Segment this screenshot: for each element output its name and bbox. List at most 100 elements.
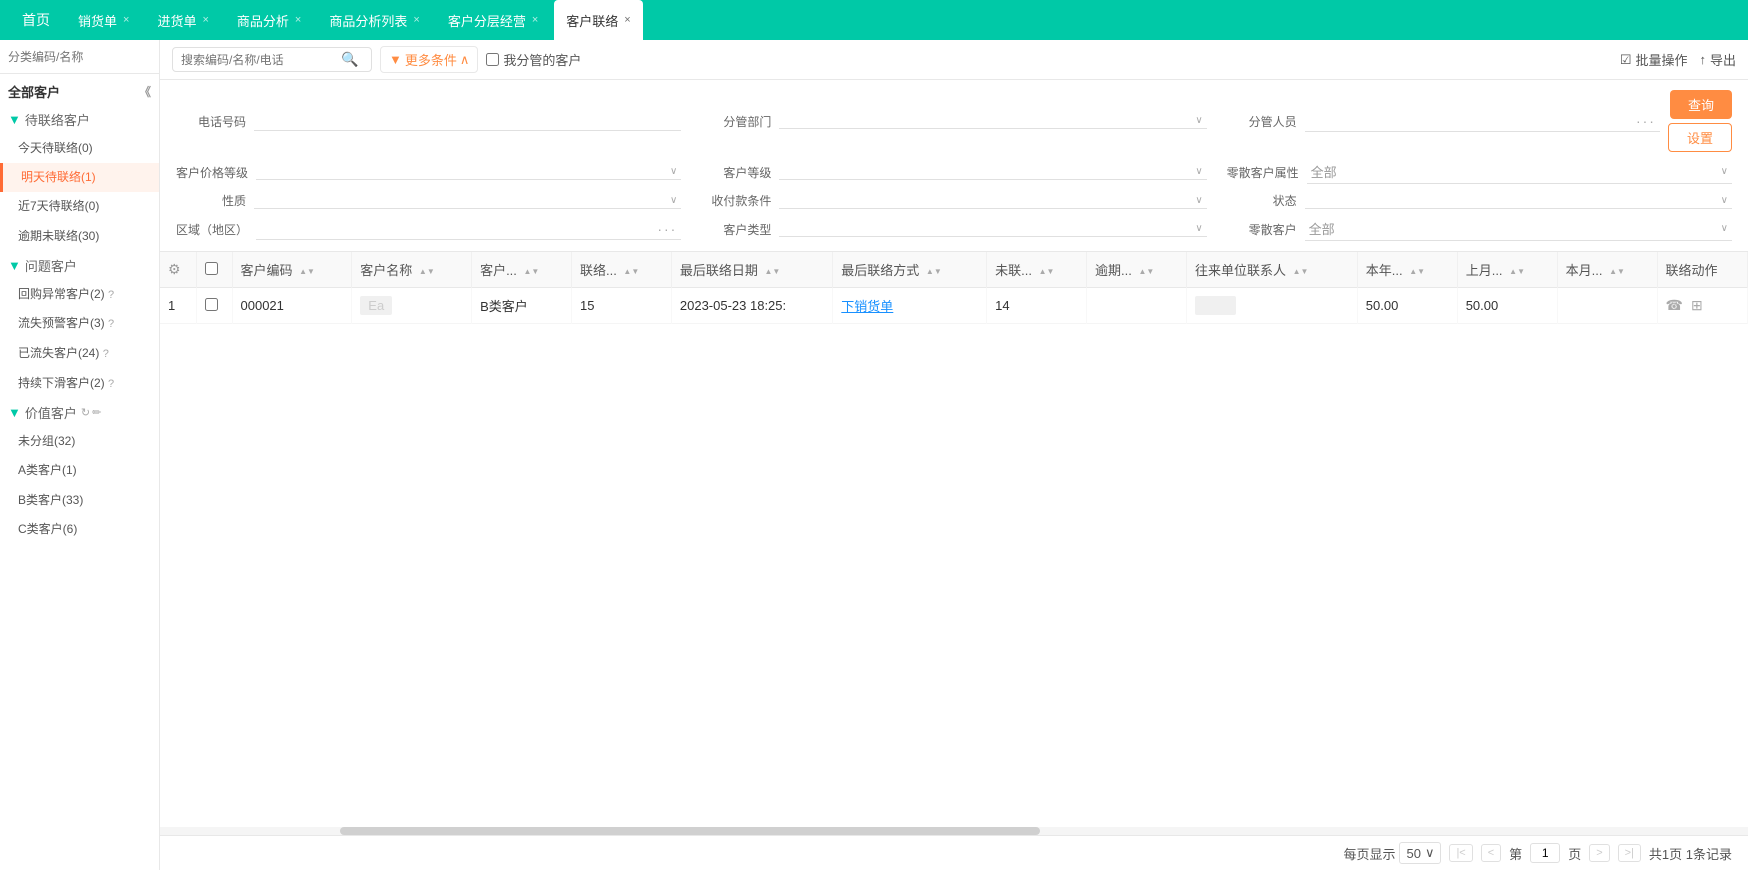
close-icon[interactable]: ×	[295, 14, 301, 26]
col-this-year[interactable]: 本年... ▲▼	[1357, 252, 1457, 288]
sort-icon: ▲▼	[299, 267, 315, 276]
sidebar-item-declining[interactable]: 持续下滑客户(2) ?	[0, 369, 159, 399]
close-icon[interactable]: ×	[202, 14, 208, 26]
next-page-button[interactable]: >	[1589, 844, 1609, 862]
sidebar: 🔍 全部客户 《 ▼ 待联络客户 今天待联络(0) 明天待联络(1) 近7天待联…	[0, 40, 160, 870]
nav-tab-3[interactable]: 商品分析列表 ×	[317, 0, 431, 40]
all-customers-header[interactable]: 全部客户 《	[0, 74, 159, 105]
grid-action-icon[interactable]: ⊞	[1691, 297, 1703, 314]
sidebar-item-tomorrow-contact[interactable]: 明天待联络(1)	[0, 163, 159, 192]
col-last-date[interactable]: 最后联络日期 ▲▼	[671, 252, 832, 288]
col-code[interactable]: 客户编码 ▲▼	[232, 252, 352, 288]
filter-nature-select[interactable]: ∨	[254, 193, 681, 209]
filter-nature: 性质 ∨	[176, 192, 681, 209]
my-customer-checkbox-area: 我分管的客户	[486, 50, 581, 69]
phone-action-icon[interactable]: ☎	[1666, 297, 1683, 314]
filter-status-select[interactable]: ∨	[1305, 193, 1732, 209]
cell-this-year: 50.00	[1357, 288, 1457, 324]
nav-home[interactable]: 首页	[10, 0, 62, 40]
group-problem-customers[interactable]: ▼ 问题客户	[0, 251, 159, 280]
sidebar-item-churn-warning[interactable]: 流失预警客户(3) ?	[0, 309, 159, 339]
query-button[interactable]: 查询	[1670, 90, 1732, 119]
horizontal-scrollbar[interactable]	[160, 827, 1748, 835]
select-all-checkbox[interactable]	[205, 262, 218, 275]
gear-icon[interactable]: ⚙	[168, 261, 181, 277]
nav-tab-5[interactable]: 客户联络 ×	[554, 0, 642, 40]
sidebar-item-b-class[interactable]: B类客户(33)	[0, 486, 159, 515]
col-this-month[interactable]: 本月... ▲▼	[1557, 252, 1657, 288]
scrollbar-thumb[interactable]	[340, 827, 1040, 835]
sidebar-item-a-class[interactable]: A类客户(1)	[0, 456, 159, 485]
col-last-month[interactable]: 上月... ▲▼	[1457, 252, 1557, 288]
group-value-customers[interactable]: ▼ 价值客户 ↻ ✏	[0, 398, 159, 427]
close-icon[interactable]: ×	[532, 14, 538, 26]
prev-page-button[interactable]: <	[1481, 844, 1501, 862]
filter-area-select[interactable]: ···	[256, 219, 681, 240]
search-input[interactable]	[181, 53, 341, 67]
method-link[interactable]: 下销货单	[841, 299, 893, 314]
sidebar-item-churned[interactable]: 已流失客户(24) ?	[0, 339, 159, 369]
sidebar-item-today-contact[interactable]: 今天待联络(0)	[0, 134, 159, 163]
filter-payment-select[interactable]: ∨	[779, 193, 1206, 209]
col-type[interactable]: 客户... ▲▼	[472, 252, 572, 288]
contact-person-blurred	[1195, 296, 1236, 315]
search-box: 🔍	[172, 47, 372, 72]
filter-phone-input[interactable]	[254, 112, 681, 131]
export-icon: ↑	[1699, 52, 1706, 67]
cell-action: ☎ ⊞	[1657, 288, 1747, 324]
nav-tab-4[interactable]: 客户分层经营 ×	[436, 0, 550, 40]
row-checkbox[interactable]	[205, 298, 218, 311]
cell-last-method: 下销货单	[833, 288, 987, 324]
set-button[interactable]: 设置	[1668, 123, 1732, 152]
arrow-icon: ▼	[8, 405, 21, 420]
col-contact-person[interactable]: 往来单位联系人 ▲▼	[1186, 252, 1357, 288]
col-not-contacted[interactable]: 未联... ▲▼	[987, 252, 1087, 288]
nav-tab-0[interactable]: 销货单 ×	[66, 0, 141, 40]
col-name[interactable]: 客户名称 ▲▼	[352, 252, 472, 288]
top-navigation: 首页 销货单 × 进货单 × 商品分析 × 商品分析列表 × 客户分层经营 × …	[0, 0, 1748, 40]
filter-price-level-select[interactable]: ∨	[256, 164, 681, 180]
close-icon[interactable]: ×	[123, 14, 129, 26]
cell-type: B类客户	[472, 288, 572, 324]
filter-customer-type-select[interactable]: ∨	[779, 221, 1206, 237]
group-pending-contact[interactable]: ▼ 待联络客户	[0, 105, 159, 134]
chevron-down-icon: ∨	[1195, 195, 1202, 206]
sort-icon: ▲▼	[765, 267, 781, 276]
sidebar-item-repurchase-anomaly[interactable]: 回购异常客户(2) ?	[0, 280, 159, 310]
table-container: ⚙ 客户编码 ▲▼ 客户名称 ▲▼ 客户... ▲▼ 联络... ▲▼ 最后联络…	[160, 252, 1748, 827]
filter-retail-attr: 零散客户属性 全部 ∨	[1227, 160, 1732, 184]
batch-operation-button[interactable]: ☑ 批量操作	[1620, 50, 1688, 69]
first-page-button[interactable]: |<	[1449, 844, 1472, 862]
cell-contact-count: 15	[571, 288, 671, 324]
sidebar-search-area: 🔍	[0, 40, 159, 74]
filter-area: 电话号码 分管部门 ∨ 分管人员 ··· 查询 设置	[160, 80, 1748, 252]
more-filter-button[interactable]: ▼ 更多条件 ∧	[380, 46, 478, 73]
filter-retail-customer-select[interactable]: 全部 ∨	[1305, 217, 1732, 241]
sidebar-item-overdue-contact[interactable]: 逾期未联络(30)	[0, 222, 159, 251]
page-number-input[interactable]	[1530, 843, 1560, 863]
col-last-method[interactable]: 最后联络方式 ▲▼	[833, 252, 987, 288]
nav-tab-1[interactable]: 进货单 ×	[145, 0, 220, 40]
col-overdue[interactable]: 逾期... ▲▼	[1087, 252, 1187, 288]
filter-person-select[interactable]: ···	[1305, 111, 1660, 132]
sidebar-search-input[interactable]	[8, 50, 160, 64]
col-contact-count[interactable]: 联络... ▲▼	[571, 252, 671, 288]
sort-icon: ▲▼	[1609, 267, 1625, 276]
export-button[interactable]: ↑ 导出	[1699, 50, 1736, 69]
filter-customer-level-select[interactable]: ∨	[779, 164, 1206, 180]
close-icon[interactable]: ×	[413, 14, 419, 26]
filter-retail-attr-select[interactable]: 全部 ∨	[1307, 160, 1732, 184]
search-icon[interactable]: 🔍	[341, 51, 358, 68]
cell-this-month	[1557, 288, 1657, 324]
filter-dept-select[interactable]: ∨	[779, 113, 1206, 129]
page-size-dropdown[interactable]: 50 ∨	[1399, 842, 1441, 864]
nav-tab-2[interactable]: 商品分析 ×	[225, 0, 313, 40]
filter-area: 区域（地区） ···	[176, 217, 681, 241]
more-icon: ···	[657, 221, 677, 237]
sidebar-item-c-class[interactable]: C类客户(6)	[0, 515, 159, 544]
last-page-button[interactable]: >|	[1618, 844, 1641, 862]
close-icon[interactable]: ×	[624, 14, 630, 26]
sidebar-item-ungrouped[interactable]: 未分组(32)	[0, 427, 159, 456]
sidebar-item-7days-contact[interactable]: 近7天待联络(0)	[0, 192, 159, 221]
my-customer-checkbox[interactable]	[486, 53, 499, 66]
